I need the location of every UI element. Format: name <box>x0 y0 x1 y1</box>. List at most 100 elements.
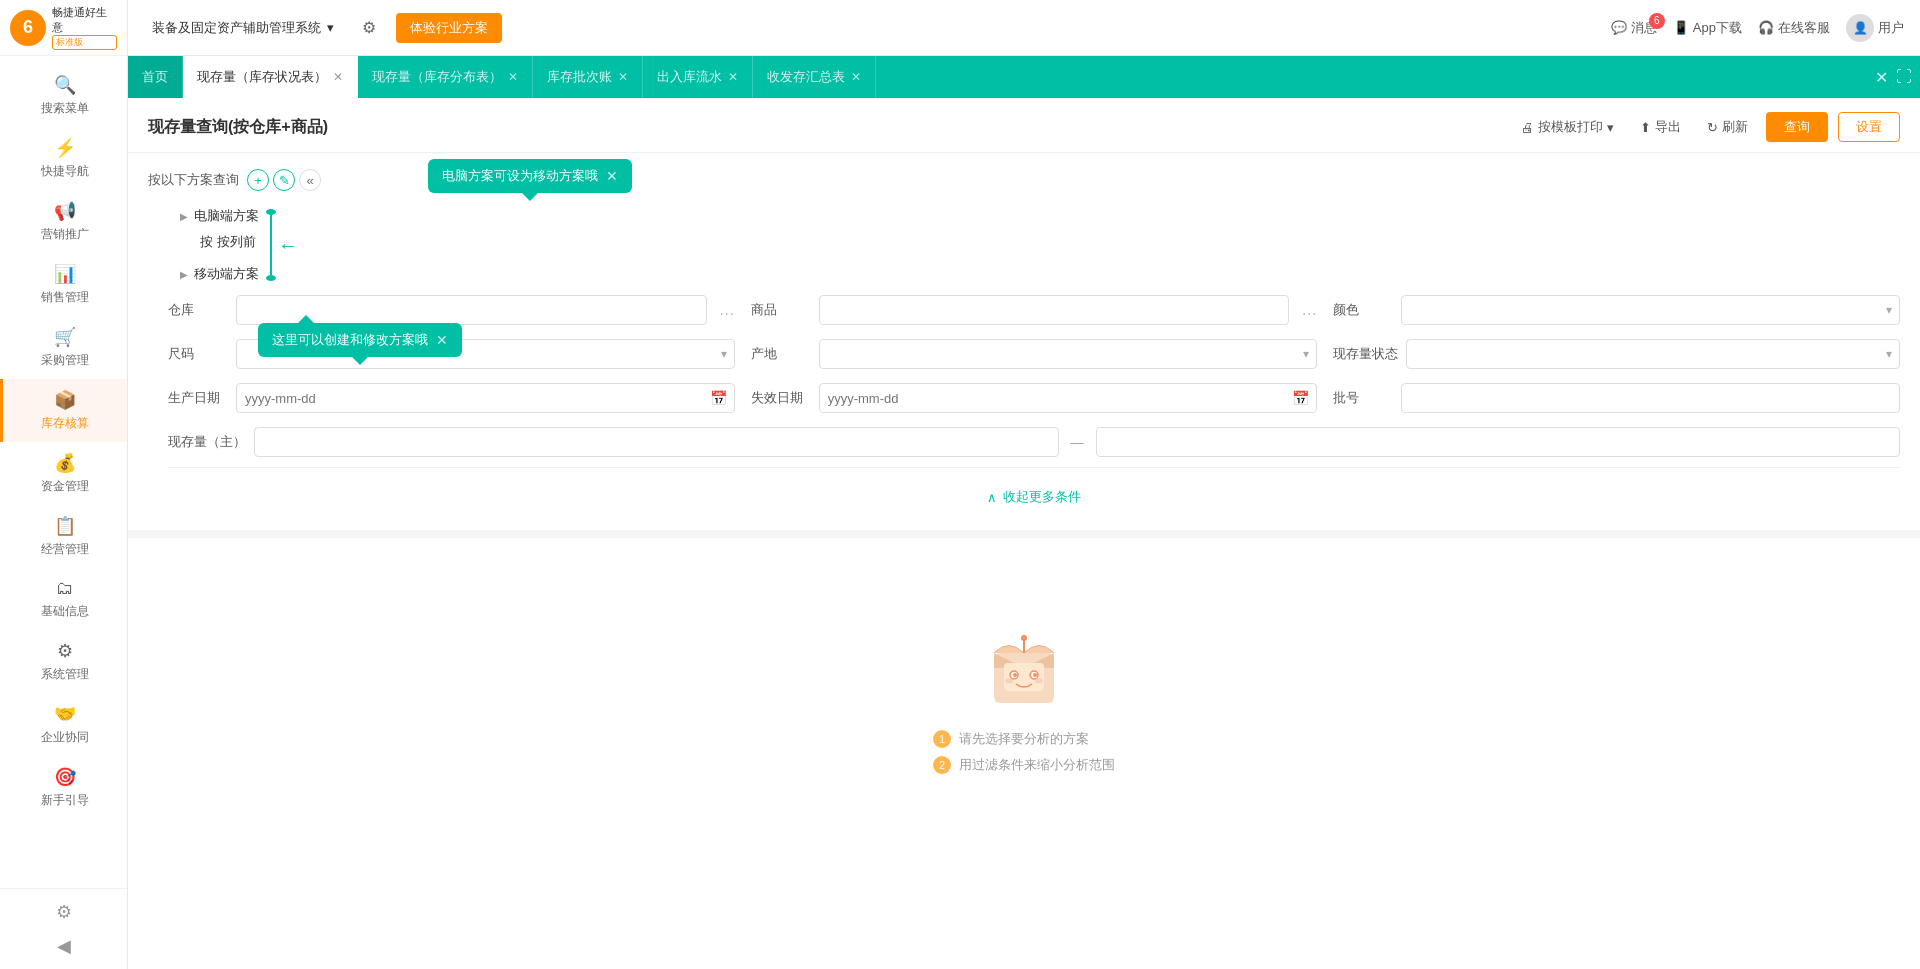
system-selector[interactable]: 装备及固定资产辅助管理系统 ▾ <box>144 15 342 41</box>
tab-inventory-dist[interactable]: 现存量（库存分布表） ✕ <box>358 56 533 98</box>
user-avatar: 👤 <box>1846 14 1874 42</box>
color-select[interactable] <box>1401 295 1900 325</box>
collapse-btn[interactable]: ∧ 收起更多条件 <box>987 480 1081 514</box>
service-icon: 🎧 <box>1758 20 1774 35</box>
origin-select[interactable] <box>819 339 1318 369</box>
edit-scheme-btn[interactable]: ✎ <box>273 169 295 191</box>
export-btn[interactable]: ⬆ 导出 <box>1632 114 1689 140</box>
online-service-label: 在线客服 <box>1778 19 1830 37</box>
scheme-tree-container: ▶ 电脑端方案 按 按列前 ▶ 移动端方案 <box>180 203 259 287</box>
tab-fullscreen-btn[interactable]: ⛶ <box>1896 68 1912 86</box>
settings-bottom-btn[interactable]: ⚙ <box>56 901 72 923</box>
expire-date-start[interactable] <box>819 383 1318 413</box>
sidebar-item-quick[interactable]: ⚡ 快捷导航 <box>0 127 127 190</box>
online-service-btn[interactable]: 🎧 在线客服 <box>1758 19 1830 37</box>
filter-header: 按以下方案查询 + ✎ « 电脑方案可设为移动方案哦 ✕ <box>148 169 1900 191</box>
goods-label: 商品 <box>751 301 811 319</box>
export-icon: ⬆ <box>1640 120 1651 135</box>
chevron-up-icon: ∧ <box>987 490 997 505</box>
empty-illustration <box>974 618 1074 718</box>
tab-batch-account-close[interactable]: ✕ <box>618 71 628 83</box>
main-area: 装备及固定资产辅助管理系统 ▾ ⚙ 体验行业方案 💬 消息 6 📱 App下载 … <box>128 0 1920 969</box>
tab-inventory-status[interactable]: 现存量（库存状况表） ✕ <box>183 56 358 98</box>
tip-text-2: 用过滤条件来缩小分析范围 <box>959 756 1115 774</box>
sidebar-item-finance[interactable]: 💰 资金管理 <box>0 442 127 505</box>
user-label: 用户 <box>1878 19 1904 37</box>
system-name: 装备及固定资产辅助管理系统 <box>152 19 321 37</box>
scheme-desktop-arrow: ▶ <box>180 211 188 222</box>
sidebar-item-search[interactable]: 🔍 搜索菜单 <box>0 64 127 127</box>
tab-in-out-flow-close[interactable]: ✕ <box>728 71 738 83</box>
reset-btn[interactable]: 设置 <box>1838 112 1900 142</box>
scheme-desktop[interactable]: ▶ 电脑端方案 <box>180 203 259 229</box>
produce-date-start-wrap: 📅 <box>236 383 735 413</box>
message-btn[interactable]: 💬 消息 6 <box>1611 19 1657 37</box>
empty-tip-1: 1 请先选择要分析的方案 <box>933 730 1115 748</box>
tooltip-create-scheme: 这里可以创建和修改方案哦 ✕ <box>258 323 462 357</box>
tooltip2-close-btn[interactable]: ✕ <box>436 332 448 348</box>
industry-btn[interactable]: 体验行业方案 <box>396 13 502 43</box>
stock-qty-label: 现存量（主） <box>168 433 246 451</box>
tooltip1-close-btn[interactable]: ✕ <box>606 168 618 184</box>
empty-tip-2: 2 用过滤条件来缩小分析范围 <box>933 756 1115 774</box>
sidebar-item-system[interactable]: ⚙ 系统管理 <box>0 630 127 693</box>
connector <box>266 203 276 287</box>
refresh-btn[interactable]: ↻ 刷新 <box>1699 114 1756 140</box>
app-badge: 标准版 <box>52 35 117 50</box>
scheme-sub-label: 按 按列前 <box>200 233 256 251</box>
tab-close-all-btn[interactable]: ✕ <box>1875 68 1888 87</box>
sidebar-label-operation: 经营管理 <box>41 541 89 558</box>
warehouse-more-icon[interactable]: … <box>719 301 735 319</box>
tab-batch-account[interactable]: 库存批次账 ✕ <box>533 56 643 98</box>
batch-input[interactable] <box>1401 383 1900 413</box>
sidebar-item-guide[interactable]: 🎯 新手引导 <box>0 756 127 819</box>
sidebar-label-inventory: 库存核算 <box>41 415 89 432</box>
goods-input[interactable] <box>819 295 1290 325</box>
goods-more-icon[interactable]: … <box>1301 301 1317 319</box>
add-scheme-btn[interactable]: + <box>247 169 269 191</box>
tab-batch-account-label: 库存批次账 <box>547 68 612 86</box>
sidebar-label-guide: 新手引导 <box>41 792 89 809</box>
tab-in-out-flow[interactable]: 出入库流水 ✕ <box>643 56 753 98</box>
produce-date-start-calendar-icon[interactable]: 📅 <box>710 390 727 406</box>
scheme-sub: 按 按列前 <box>200 229 259 255</box>
tab-receive-send[interactable]: 收发存汇总表 ✕ <box>753 56 876 98</box>
color-select-wrap: ▾ <box>1401 295 1900 325</box>
user-area[interactable]: 👤 用户 <box>1846 14 1904 42</box>
back-btn[interactable]: « <box>299 169 321 191</box>
print-btn[interactable]: 🖨 按模板打印 ▾ <box>1513 114 1622 140</box>
tab-home[interactable]: 首页 <box>128 56 183 98</box>
app-download-btn[interactable]: 📱 App下载 <box>1673 19 1742 37</box>
tooltip1-text: 电脑方案可设为移动方案哦 <box>442 167 598 185</box>
stock-qty-max[interactable] <box>1096 427 1901 457</box>
expire-date-calendar-icon[interactable]: 📅 <box>1292 390 1309 406</box>
sidebar-item-operation[interactable]: 📋 经营管理 <box>0 505 127 568</box>
scheme-sub-item[interactable]: 按 按列前 <box>200 229 259 255</box>
filter-warehouse: 仓库 … <box>168 295 735 325</box>
tab-inventory-status-close[interactable]: ✕ <box>333 71 343 83</box>
sidebar-item-marketing[interactable]: 📢 营销推广 <box>0 190 127 253</box>
query-btn[interactable]: 查询 <box>1766 112 1828 142</box>
tooltip2-container: 这里可以创建和修改方案哦 ✕ <box>258 323 462 357</box>
stock-qty-min[interactable] <box>254 427 1059 457</box>
settings-icon[interactable]: ⚙ <box>354 13 384 43</box>
sidebar-label-search: 搜索菜单 <box>41 100 89 117</box>
stock-status-select[interactable] <box>1406 339 1900 369</box>
lightning-icon: ⚡ <box>54 137 76 159</box>
sidebar-item-inventory[interactable]: 📦 库存核算 <box>0 379 127 442</box>
collapse-sidebar-btn[interactable]: ◀ <box>57 935 71 957</box>
sidebar-item-purchase[interactable]: 🛒 采购管理 <box>0 316 127 379</box>
print-label: 按模板打印 <box>1538 118 1603 136</box>
tab-receive-send-close[interactable]: ✕ <box>851 71 861 83</box>
filter-batch: 批号 <box>1333 383 1900 413</box>
svg-point-6 <box>1005 679 1013 684</box>
produce-date-start[interactable] <box>236 383 735 413</box>
tab-receive-send-label: 收发存汇总表 <box>767 68 845 86</box>
tab-inventory-dist-close[interactable]: ✕ <box>508 71 518 83</box>
sidebar-item-sales[interactable]: 📊 销售管理 <box>0 253 127 316</box>
inventory-icon: 📦 <box>54 389 76 411</box>
sidebar-item-basic[interactable]: 🗂 基础信息 <box>0 568 127 630</box>
sidebar-item-enterprise[interactable]: 🤝 企业协同 <box>0 693 127 756</box>
scheme-mobile[interactable]: ▶ 移动端方案 <box>180 261 259 287</box>
filter-action-btns: + ✎ « <box>247 169 321 191</box>
